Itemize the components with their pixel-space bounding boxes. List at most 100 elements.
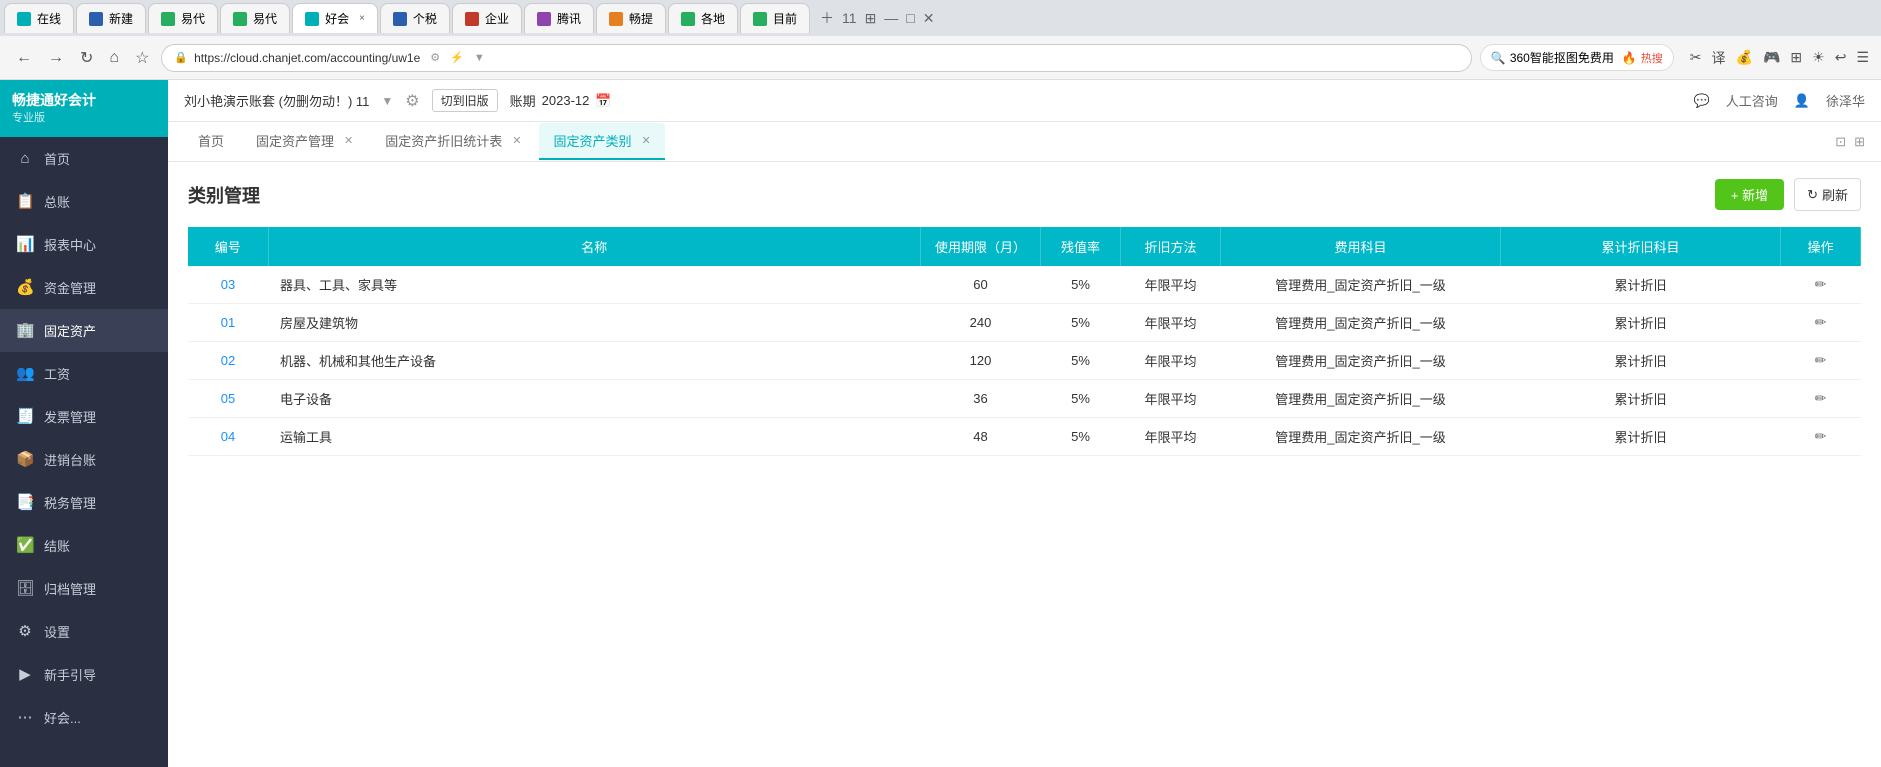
- translate-icon[interactable]: 译: [1712, 48, 1726, 68]
- forward-btn[interactable]: →: [44, 45, 68, 71]
- sidebar-item-more[interactable]: ⋯ 好会...: [0, 696, 168, 739]
- browser-tab-7[interactable]: 企业: [452, 3, 522, 33]
- tab-favicon: [609, 12, 623, 26]
- grid-icon[interactable]: ⊞: [1790, 49, 1802, 66]
- category-content: 类别管理 + 新增 ↻ 刷新 编号 名称 使用期限（月: [168, 162, 1881, 472]
- browser-tab-11[interactable]: 目前: [740, 3, 810, 33]
- edit-btn-2[interactable]: ✏: [1815, 352, 1827, 368]
- sidebar-item-payroll[interactable]: 👥 工资: [0, 352, 168, 395]
- consult-label[interactable]: 人工咨询: [1726, 91, 1778, 110]
- switch-version-btn[interactable]: 切到旧版: [432, 89, 498, 112]
- table-row: 05 电子设备 36 5% 年限平均 管理费用_固定资产折旧_一级 累计折旧 ✏: [188, 380, 1861, 418]
- sidebar-label-settings: 设置: [44, 622, 70, 641]
- th-period: 使用期限（月）: [921, 227, 1041, 266]
- calendar-icon[interactable]: 📅: [595, 93, 611, 109]
- sidebar-item-funds[interactable]: 💰 资金管理: [0, 266, 168, 309]
- game-icon[interactable]: 🎮: [1763, 49, 1780, 66]
- tab-favicon: [17, 12, 31, 26]
- sidebar-item-ledger[interactable]: 📋 总账: [0, 180, 168, 223]
- undo-icon[interactable]: ↩: [1835, 49, 1847, 66]
- table-body: 03 器具、工具、家具等 60 5% 年限平均 管理费用_固定资产折旧_一级 累…: [188, 266, 1861, 456]
- back-btn[interactable]: ←: [12, 45, 36, 71]
- browser-tab-5[interactable]: 好会 ×: [292, 3, 378, 33]
- tab-close-btn[interactable]: ×: [359, 13, 365, 24]
- brightness-icon[interactable]: ☀: [1812, 49, 1825, 66]
- cell-method-1: 年限平均: [1121, 304, 1221, 342]
- wallet-icon[interactable]: 💰: [1736, 49, 1753, 66]
- browser-tab-10[interactable]: 各地: [668, 3, 738, 33]
- close-window-btn[interactable]: ✕: [923, 10, 935, 27]
- sidebar-item-guide[interactable]: ▶ 新手引导: [0, 653, 168, 696]
- tab-label: 好会: [325, 10, 349, 27]
- bookmark-btn[interactable]: ☆: [131, 44, 153, 72]
- url-text: https://cloud.chanjet.com/accounting/uw1…: [194, 51, 420, 65]
- logo-sub: 专业版: [12, 109, 96, 125]
- maximize-btn[interactable]: □: [906, 10, 914, 26]
- cell-residual-1: 5%: [1041, 304, 1121, 342]
- browser-tab-4[interactable]: 易代: [220, 3, 290, 33]
- cell-name-1: 房屋及建筑物: [268, 304, 921, 342]
- address-input[interactable]: 🔒 https://cloud.chanjet.com/accounting/u…: [161, 44, 1471, 72]
- sidebar-item-reports[interactable]: 📊 报表中心: [0, 223, 168, 266]
- tab-label: 在线: [37, 10, 61, 27]
- settings-topbar-icon[interactable]: ⚙: [405, 91, 419, 111]
- cell-method-0: 年限平均: [1121, 266, 1221, 304]
- tab-favicon: [89, 12, 103, 26]
- menu-icon[interactable]: ☰: [1856, 49, 1869, 66]
- sidebar-item-inventory[interactable]: 📦 进销台账: [0, 438, 168, 481]
- browser-tab-8[interactable]: 腾讯: [524, 3, 594, 33]
- tab-label: 腾讯: [557, 10, 581, 27]
- tab-fa-depreciation[interactable]: 固定资产折旧统计表 ✕: [371, 123, 535, 160]
- new-tab-btn[interactable]: ＋: [820, 8, 834, 28]
- sidebar-item-invoice[interactable]: 🧾 发票管理: [0, 395, 168, 438]
- tab-fa-category[interactable]: 固定资产类别 ✕: [539, 123, 664, 160]
- tab-close-fa-mgmt[interactable]: ✕: [344, 134, 353, 147]
- edit-btn-4[interactable]: ✏: [1815, 428, 1827, 444]
- table-row: 04 运输工具 48 5% 年限平均 管理费用_固定资产折旧_一级 累计折旧 ✏: [188, 418, 1861, 456]
- minimize-tab-icon[interactable]: ⊡: [1835, 134, 1846, 150]
- cell-accum-4: 累计折旧: [1501, 418, 1781, 456]
- browser-tab-9[interactable]: 畅提: [596, 3, 666, 33]
- tab-home[interactable]: 首页: [184, 123, 238, 160]
- guide-icon: ▶: [16, 665, 34, 683]
- cell-period-4: 48: [921, 418, 1041, 456]
- tab-close-fa-cat[interactable]: ✕: [642, 134, 651, 147]
- reload-btn[interactable]: ↻: [76, 44, 97, 72]
- sidebar: 畅捷通好会计 专业版 ⌂ 首页 📋 总账 📊 报表中心 💰 资金管理 🏢: [0, 80, 168, 767]
- cell-accum-1: 累计折旧: [1501, 304, 1781, 342]
- tab-fixed-asset-mgmt[interactable]: 固定资产管理 ✕: [242, 123, 367, 160]
- refresh-btn[interactable]: ↻ 刷新: [1794, 178, 1861, 211]
- tab-list-btn[interactable]: ⊞: [865, 10, 877, 27]
- browser-tab-new[interactable]: 新建: [76, 3, 146, 33]
- home-btn[interactable]: ⌂: [105, 45, 123, 71]
- browser-tab-6[interactable]: 个税: [380, 3, 450, 33]
- tab-label-home: 首页: [198, 131, 224, 150]
- search-area[interactable]: 🔍 360智能抠图免费用 🔥 热搜: [1480, 44, 1674, 71]
- tab-close-fa-dep[interactable]: ✕: [512, 134, 521, 147]
- cut-icon[interactable]: ✂: [1690, 49, 1702, 66]
- edit-btn-3[interactable]: ✏: [1815, 390, 1827, 406]
- browser-tab-online[interactable]: 在线: [4, 3, 74, 33]
- cell-expense-4: 管理费用_固定资产折旧_一级: [1221, 418, 1501, 456]
- dropdown-arrow[interactable]: ▼: [381, 94, 393, 108]
- sidebar-item-checkout[interactable]: ✅ 结账: [0, 524, 168, 567]
- minimize-btn[interactable]: —: [884, 10, 898, 26]
- table-row: 03 器具、工具、家具等 60 5% 年限平均 管理费用_固定资产折旧_一级 累…: [188, 266, 1861, 304]
- tab-label-fa-dep: 固定资产折旧统计表: [385, 131, 502, 150]
- browser-chrome: 在线 新建 易代 易代 好会 × 个税 企业 腾讯: [0, 0, 1881, 80]
- expand-tab-icon[interactable]: ⊞: [1854, 134, 1865, 150]
- topbar-actions: 💬 人工咨询 👤 徐泽华: [1694, 91, 1865, 110]
- settings-icon: ⚙: [16, 622, 34, 640]
- sidebar-item-tax[interactable]: 📑 税务管理: [0, 481, 168, 524]
- cell-action-3: ✏: [1781, 380, 1861, 418]
- period-info: 账期 2023-12 📅: [510, 91, 612, 110]
- browser-tab-3[interactable]: 易代: [148, 3, 218, 33]
- sidebar-item-home[interactable]: ⌂ 首页: [0, 137, 168, 180]
- sidebar-item-fixed-assets[interactable]: 🏢 固定资产: [0, 309, 168, 352]
- sidebar-item-settings[interactable]: ⚙ 设置: [0, 610, 168, 653]
- sidebar-item-archive[interactable]: 🗄 归档管理: [0, 567, 168, 610]
- tab-favicon: [753, 12, 767, 26]
- add-btn[interactable]: + 新增: [1715, 179, 1784, 210]
- edit-btn-1[interactable]: ✏: [1815, 314, 1827, 330]
- edit-btn-0[interactable]: ✏: [1815, 276, 1827, 292]
